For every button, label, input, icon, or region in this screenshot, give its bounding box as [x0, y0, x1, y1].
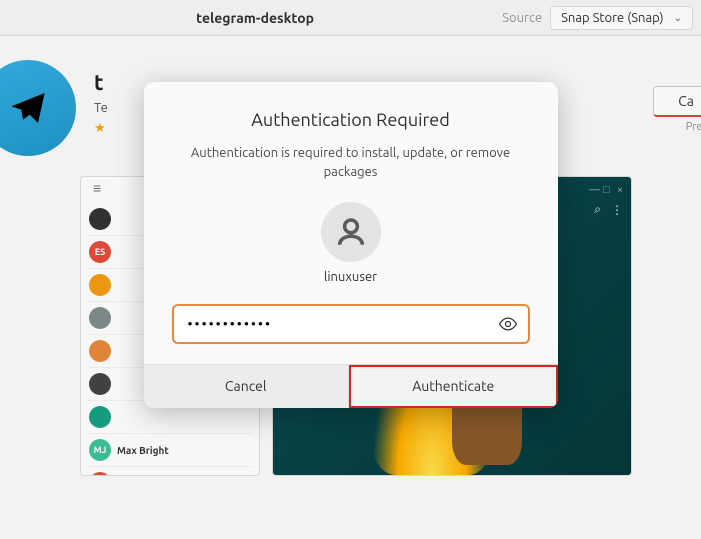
dialog-title: Authentication Required	[172, 110, 530, 130]
user-avatar-icon	[321, 202, 381, 262]
modal-overlay: Authentication Required Authentication i…	[0, 0, 701, 539]
authenticate-button[interactable]: Authenticate	[349, 365, 558, 408]
dialog-message: Authentication is required to install, u…	[172, 144, 530, 182]
reveal-password-icon[interactable]	[498, 314, 518, 334]
password-input[interactable]	[172, 304, 530, 344]
username-label: linuxuser	[172, 270, 530, 284]
cancel-button[interactable]: Cancel	[144, 365, 349, 408]
dialog-actions: Cancel Authenticate	[144, 364, 558, 408]
auth-dialog: Authentication Required Authentication i…	[144, 82, 558, 408]
